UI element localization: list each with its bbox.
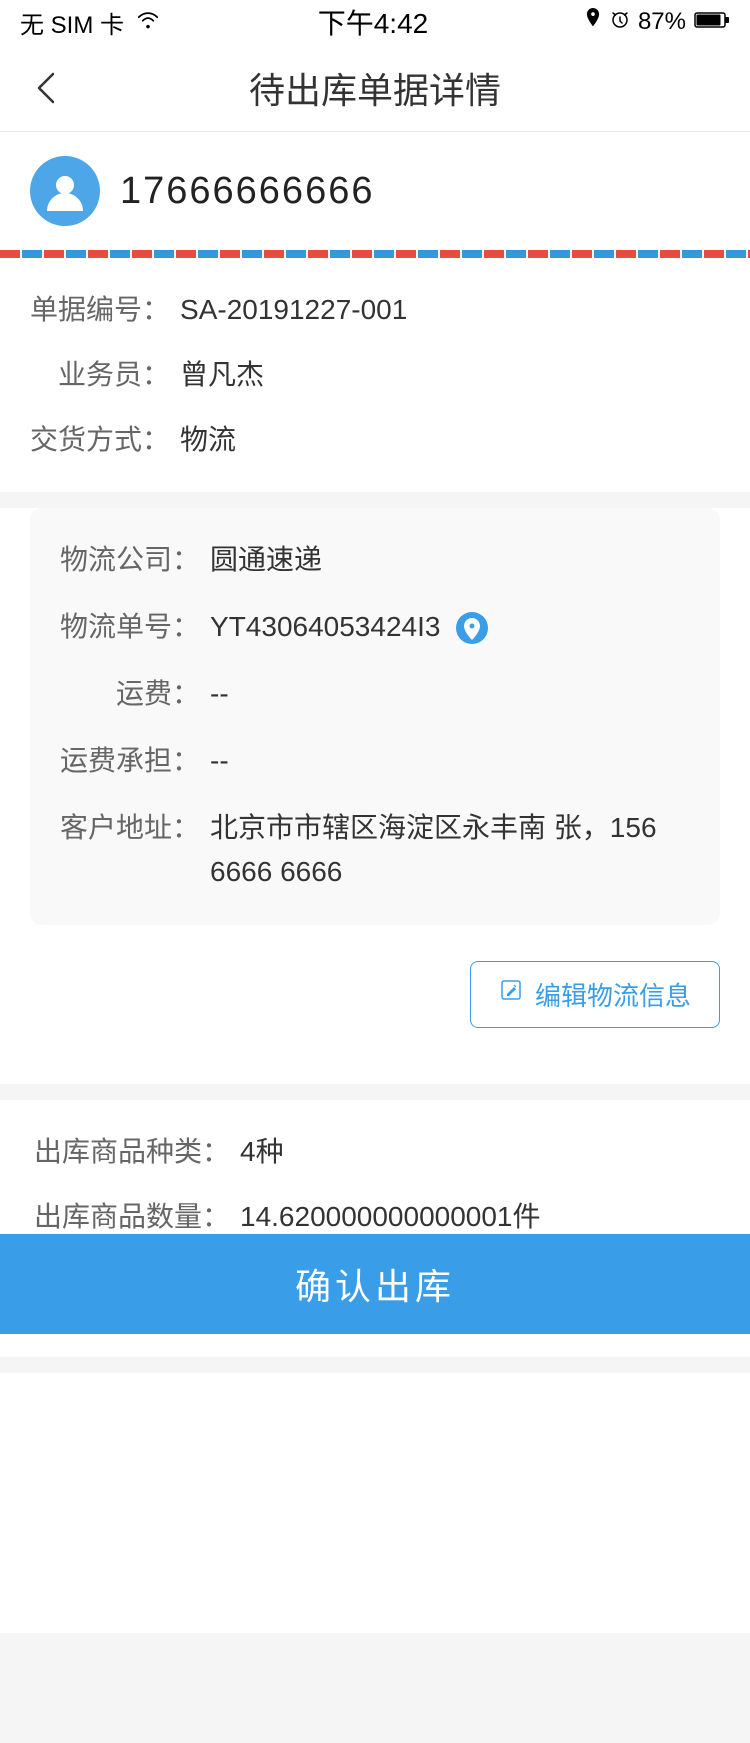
delivery-method-row: 交货方式： 物流 <box>30 418 720 463</box>
freight-row: 运费： -- <box>60 672 690 717</box>
tracking-number-row: 物流单号： YT43064053424I3 <box>60 605 690 650</box>
time-display: 下午4:42 <box>318 8 429 39</box>
document-number-label: 单据编号： <box>30 288 170 333</box>
address-row: 客户地址： 北京市市辖区海淀区永丰南 张，156 6666 6666 <box>60 806 690 896</box>
freight-bearer-label: 运费承担： <box>60 739 200 784</box>
logistics-company-value: 圆通速递 <box>210 538 690 583</box>
document-number-row: 单据编号： SA-20191227-001 <box>30 288 720 333</box>
edit-icon <box>499 978 525 1011</box>
page-title: 待出库单据详情 <box>249 62 501 114</box>
logistics-company-row: 物流公司： 圆通速递 <box>60 538 690 583</box>
confirm-button-area[interactable]: 确认出库 <box>0 1234 750 1334</box>
user-phone: 17666666666 <box>120 170 374 213</box>
battery-percentage: 87% <box>638 8 686 36</box>
location-status-icon <box>584 8 602 37</box>
freight-label: 运费： <box>60 672 200 717</box>
white-filler <box>0 1373 750 1633</box>
map-location-icon[interactable] <box>454 610 490 646</box>
delivery-method-label: 交货方式： <box>30 418 170 463</box>
wifi-icon <box>134 8 162 36</box>
edit-logistics-button[interactable]: 编辑物流信息 <box>470 961 720 1028</box>
salesperson-value: 曾凡杰 <box>180 353 720 398</box>
user-header: 17666666666 <box>0 132 750 250</box>
edit-logistics-btn-row: 编辑物流信息 <box>30 941 720 1038</box>
goods-types-label: 出库商品种类： <box>30 1130 230 1175</box>
tracking-number-value: YT43064053424I3 <box>210 605 690 650</box>
address-label: 客户地址： <box>60 806 200 851</box>
edit-logistics-label: 编辑物流信息 <box>535 976 691 1013</box>
freight-value: -- <box>210 672 690 717</box>
battery-icon <box>694 8 730 36</box>
logistics-card: 物流公司： 圆通速递 物流单号： YT43064053424I3 运费： <box>30 508 720 925</box>
back-button[interactable] <box>24 66 68 110</box>
logistics-section: 物流公司： 圆通速递 物流单号： YT43064053424I3 运费： <box>0 508 750 1084</box>
confirm-button-text: 确认出库 <box>295 1258 455 1310</box>
tracking-number-label: 物流单号： <box>60 605 200 650</box>
status-bar: 无 SIM 卡 下午4:42 87% <box>0 0 750 44</box>
alarm-icon <box>610 8 630 36</box>
basic-info-section: 单据编号： SA-20191227-001 业务员： 曾凡杰 交货方式： 物流 <box>0 258 750 492</box>
goods-types-value: 4种 <box>240 1130 720 1175</box>
tracking-number-text: YT43064053424I3 <box>210 605 440 650</box>
nav-bar: 待出库单据详情 <box>0 44 750 132</box>
freight-bearer-value: -- <box>210 739 690 784</box>
freight-bearer-row: 运费承担： -- <box>60 739 690 784</box>
salesperson-row: 业务员： 曾凡杰 <box>30 353 720 398</box>
dashed-divider <box>0 250 750 258</box>
salesperson-label: 业务员： <box>30 353 170 398</box>
document-number-value: SA-20191227-001 <box>180 288 720 333</box>
user-avatar <box>30 156 100 226</box>
carrier-text: 无 SIM 卡 <box>20 5 124 40</box>
goods-types-row: 出库商品种类： 4种 <box>30 1130 720 1175</box>
delivery-method-value: 物流 <box>180 418 720 463</box>
address-value: 北京市市辖区海淀区永丰南 张，156 6666 6666 <box>210 806 690 896</box>
logistics-company-label: 物流公司： <box>60 538 200 583</box>
